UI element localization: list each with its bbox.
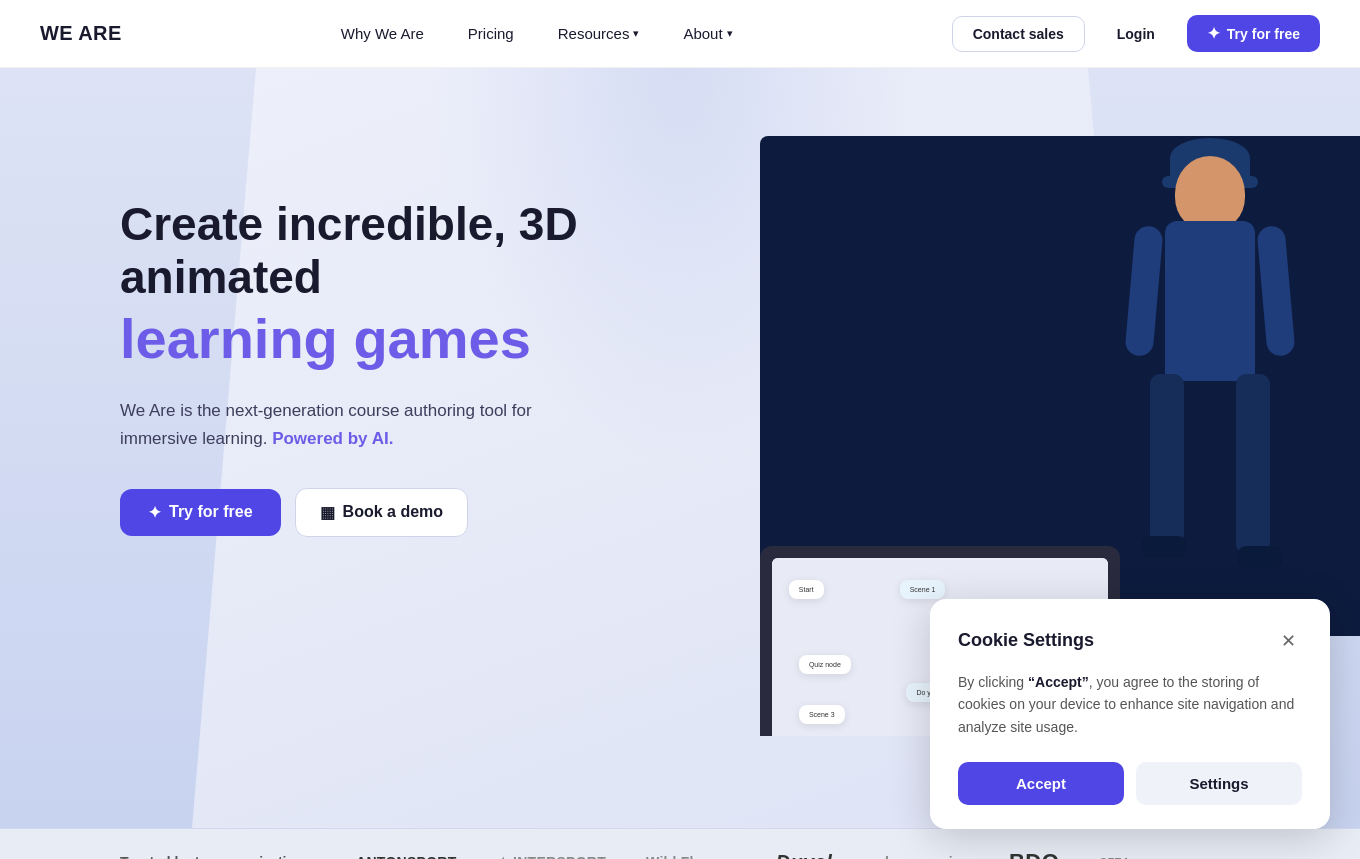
nav-why-we-are[interactable]: Why We Are xyxy=(323,17,442,50)
canvas-node: Start xyxy=(789,580,824,599)
contact-sales-button[interactable]: Contact sales xyxy=(952,16,1085,52)
char-left-leg xyxy=(1150,374,1184,544)
character-body xyxy=(1120,156,1300,636)
trusted-bar: Trusted by top organizations: ANTONSPORT… xyxy=(0,828,1360,859)
hero-headline: Create incredible, 3D animated xyxy=(120,198,600,304)
logo[interactable]: WE ARE xyxy=(40,22,122,45)
chevron-down-icon: ▾ xyxy=(633,27,639,40)
3d-character xyxy=(1100,136,1320,636)
logo-duvel: Duvel xyxy=(776,851,832,860)
char-right-leg xyxy=(1236,374,1270,554)
logo-antonsport: ANTONSPORT xyxy=(356,854,457,859)
canvas-node: Scene 3 xyxy=(799,705,845,724)
char-left-shoe xyxy=(1142,536,1186,558)
logo-bdo: BDO xyxy=(1009,849,1059,859)
cookie-settings-button[interactable]: Settings xyxy=(1136,762,1302,805)
cookie-header: Cookie Settings ✕ xyxy=(958,627,1302,655)
sparkle-icon: ✦ xyxy=(1207,24,1220,43)
cookie-buttons: Accept Settings xyxy=(958,762,1302,805)
trusted-label: Trusted by top organizations: xyxy=(120,854,316,859)
nav-actions: Contact sales Login ✦ Try for free xyxy=(952,15,1320,52)
sparkle-icon: ✦ xyxy=(148,503,161,522)
try-for-free-hero-button[interactable]: ✦ Try for free xyxy=(120,489,281,536)
nav-about[interactable]: About ▾ xyxy=(665,17,750,50)
login-button[interactable]: Login xyxy=(1097,17,1175,51)
logo-wildflowers: Wild Flowers xyxy=(646,854,736,859)
nav-links: Why We Are Pricing Resources ▾ About ▾ xyxy=(323,17,751,50)
chevron-down-icon: ▾ xyxy=(727,27,733,40)
hero-content: Create incredible, 3D animated learning … xyxy=(0,128,600,537)
cookie-accept-button[interactable]: Accept xyxy=(958,762,1124,805)
try-for-free-nav-button[interactable]: ✦ Try for free xyxy=(1187,15,1320,52)
hero-headline-colored: learning games xyxy=(120,308,600,370)
nav-pricing[interactable]: Pricing xyxy=(450,17,532,50)
char-head xyxy=(1175,156,1245,231)
hero-buttons: ✦ Try for free ▦ Book a demo xyxy=(120,488,600,537)
cookie-body-text: By clicking “Accept”, you agree to the s… xyxy=(958,671,1302,738)
logo-intersport: ✦ INTERSPORT xyxy=(497,854,606,859)
char-right-shoe xyxy=(1238,546,1282,568)
cookie-close-button[interactable]: ✕ xyxy=(1274,627,1302,655)
char-torso xyxy=(1165,221,1255,381)
calendar-icon: ▦ xyxy=(320,503,335,522)
cookie-title: Cookie Settings xyxy=(958,630,1094,651)
book-demo-button[interactable]: ▦ Book a demo xyxy=(295,488,468,537)
canvas-node: Quiz node xyxy=(799,655,851,674)
cookie-accept-text: “Accept” xyxy=(1028,674,1089,690)
cookie-banner: Cookie Settings ✕ By clicking “Accept”, … xyxy=(930,599,1330,829)
nav-resources[interactable]: Resources ▾ xyxy=(540,17,658,50)
hero-subtext: We Are is the next-generation course aut… xyxy=(120,397,580,451)
navbar: WE ARE Why We Are Pricing Resources ▾ Ab… xyxy=(0,0,1360,68)
logo-baneservice: ● baneservice xyxy=(872,854,969,859)
char-right-arm xyxy=(1256,225,1295,357)
trusted-logos: ANTONSPORT ✦ INTERSPORT Wild Flowers Duv… xyxy=(356,849,1130,859)
canvas-node: Scene 1 xyxy=(900,580,946,599)
char-left-arm xyxy=(1124,225,1163,357)
